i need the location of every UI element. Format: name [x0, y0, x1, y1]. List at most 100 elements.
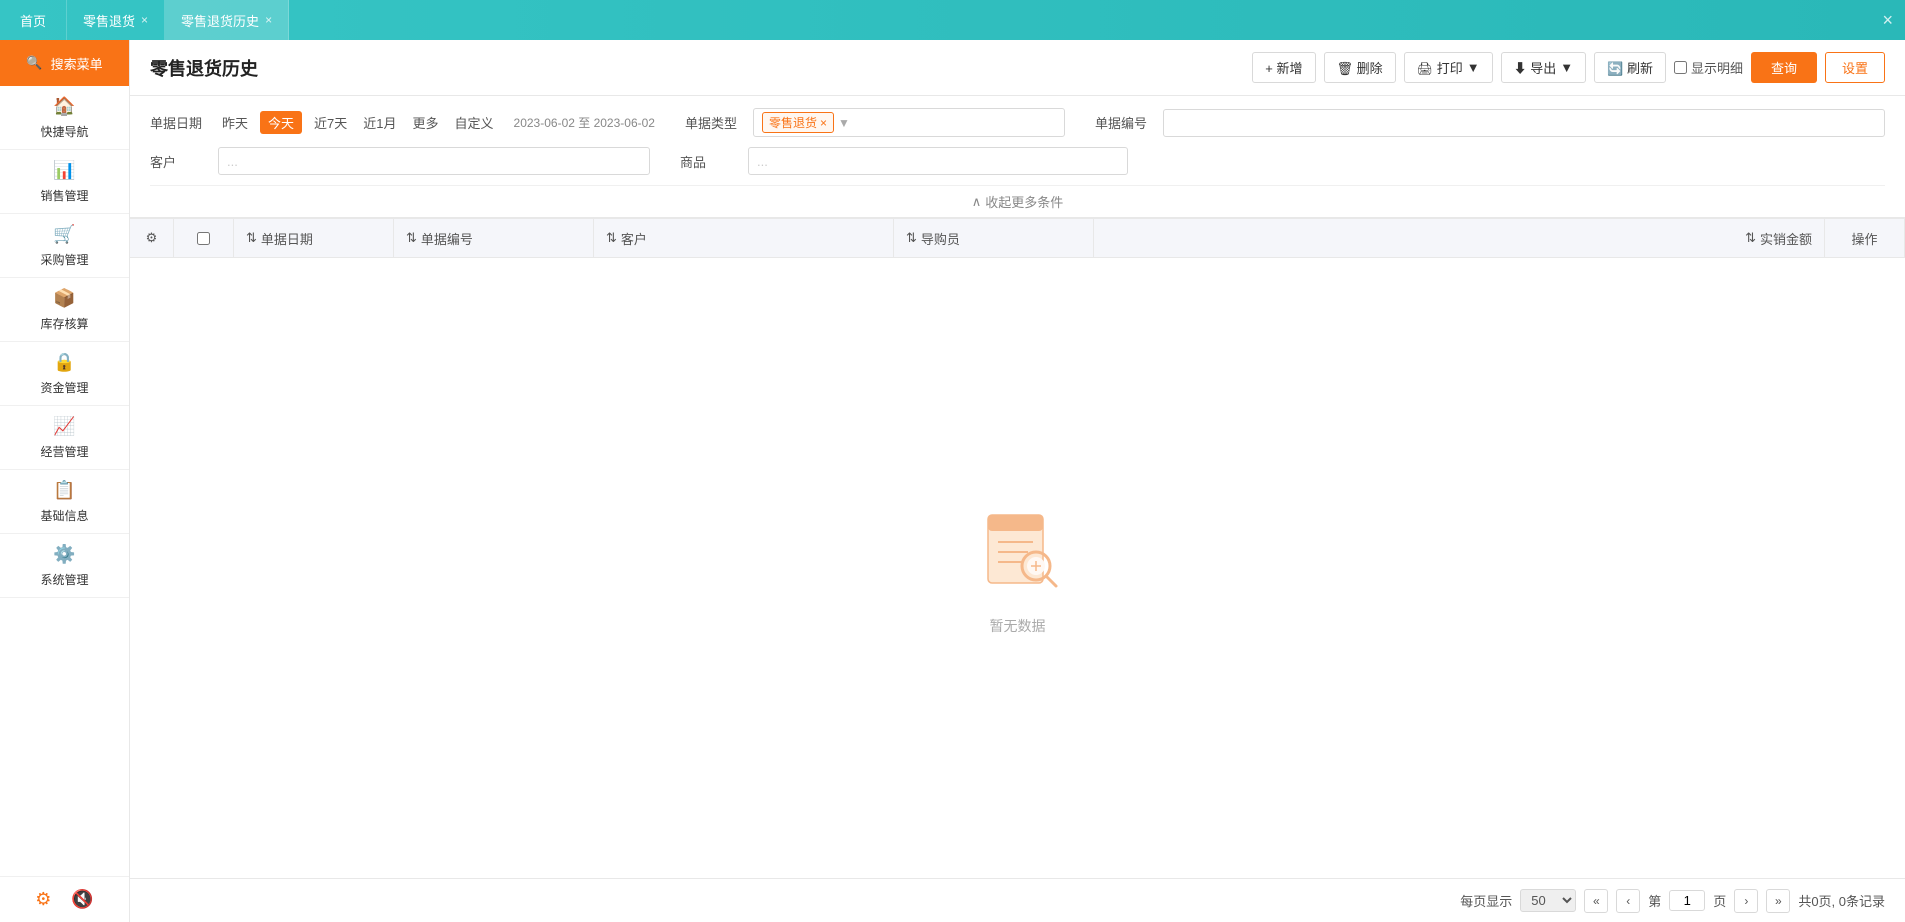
date-opt-7days[interactable]: 近7天: [310, 111, 351, 134]
tab-retail-return-history[interactable]: 零售退货历史 ×: [165, 0, 289, 40]
empty-illustration: [968, 500, 1068, 600]
sort-icon-guide[interactable]: ⇅: [906, 230, 917, 246]
purchase-icon: 🛒: [54, 223, 76, 245]
per-page-label: 每页显示: [1460, 891, 1512, 910]
voucher-type-label: 单据类型: [685, 113, 745, 132]
export-button[interactable]: ⬇ 导出 ▼: [1501, 52, 1587, 83]
th-checkbox[interactable]: [174, 219, 234, 257]
sidebar-item-operation[interactable]: 📈 经营管理: [0, 406, 129, 470]
base-info-icon: 📋: [54, 479, 76, 501]
filter-row-2: 客户 ... 商品 ...: [150, 147, 1885, 175]
th-number: ⇅ 单据编号: [394, 219, 594, 257]
header-actions: + 新增 🗑 删除 🖨 打印 ▼ ⬇ 导出 ▼ 🔄 刷新 显示明细 查询 设置: [1252, 52, 1885, 83]
nav-last-button[interactable]: »: [1766, 889, 1790, 913]
voucher-number-input[interactable]: [1163, 109, 1885, 137]
pagination: 每页显示 20 50 100 « ‹ 第 页 › » 共0页, 0条记录: [130, 878, 1905, 922]
window-controls: ×: [1870, 10, 1905, 31]
voucher-type-input[interactable]: 零售退货 × ▼: [753, 108, 1065, 137]
th-ops: 操作: [1825, 219, 1905, 257]
date-opt-yesterday[interactable]: 昨天: [218, 111, 252, 134]
tab-home[interactable]: 首页: [0, 0, 67, 40]
date-range-display: 2023-06-02 至 2023-06-02: [514, 114, 655, 131]
finance-icon: 🔒: [54, 351, 76, 373]
th-customer: ⇅ 客户: [594, 219, 894, 257]
empty-state: 暂无数据: [130, 258, 1905, 878]
window-close-btn[interactable]: ×: [1882, 10, 1893, 31]
page-header: 零售退货历史 + 新增 🗑 删除 🖨 打印 ▼ ⬇ 导出 ▼ 🔄 刷新 显示明细…: [130, 40, 1905, 96]
th-settings[interactable]: ⚙: [130, 219, 174, 257]
customer-input[interactable]: ...: [218, 147, 650, 175]
sales-icon: 📊: [54, 159, 76, 181]
tab-retail-return-close[interactable]: ×: [141, 13, 148, 27]
main-content: 零售退货历史 + 新增 🗑 删除 🖨 打印 ▼ ⬇ 导出 ▼ 🔄 刷新 显示明细…: [130, 40, 1905, 922]
sort-icon-customer[interactable]: ⇅: [606, 230, 617, 246]
show-detail-checkbox-label[interactable]: 显示明细: [1674, 58, 1743, 77]
collapse-bar[interactable]: ∧ 收起更多条件: [150, 185, 1885, 217]
tab-bar: 首页 零售退货 × 零售退货历史 ×: [0, 0, 1870, 40]
page-title: 零售退货历史: [150, 55, 258, 81]
voucher-number-label: 单据编号: [1095, 113, 1155, 132]
sidebar-item-base-info[interactable]: 📋 基础信息: [0, 470, 129, 534]
goods-filter-label: 商品: [680, 152, 740, 171]
th-date: ⇅ 单据日期: [234, 219, 394, 257]
print-button[interactable]: 🖨 打印 ▼: [1404, 52, 1493, 83]
delete-button[interactable]: 🗑 删除: [1324, 52, 1396, 83]
page-unit: 页: [1713, 891, 1726, 910]
table-settings-icon[interactable]: ⚙: [146, 230, 158, 246]
sidebar-item-sales[interactable]: 📊 销售管理: [0, 150, 129, 214]
voucher-type-dropdown-arrow: ▼: [838, 116, 850, 130]
date-filter-options: 昨天 今天 近7天 近1月 更多 自定义: [218, 111, 498, 134]
tag-close-icon[interactable]: ×: [820, 116, 827, 130]
sort-icon-date[interactable]: ⇅: [246, 230, 257, 246]
new-button[interactable]: + 新增: [1252, 52, 1315, 83]
home-icon: 🏠: [54, 95, 76, 117]
sidebar: 🔍 搜索菜单 🏠 快捷导航 📊 销售管理 🛒 采购管理 📦 库存核算 🔒 资金管…: [0, 40, 130, 922]
search-icon: 🔍: [26, 55, 42, 71]
date-opt-custom[interactable]: 自定义: [451, 111, 498, 134]
sidebar-item-purchase[interactable]: 🛒 采购管理: [0, 214, 129, 278]
page-label: 第: [1648, 891, 1661, 910]
sort-icon-number[interactable]: ⇅: [406, 230, 417, 246]
tab-retail-return-history-close[interactable]: ×: [265, 13, 272, 27]
customer-filter-label: 客户: [150, 152, 210, 171]
table-area: ⚙ ⇅ 单据日期 ⇅ 单据编号 ⇅ 客户 ⇅: [130, 218, 1905, 878]
per-page-select[interactable]: 20 50 100: [1520, 889, 1576, 912]
th-amount: ⇅ 实销金额: [1094, 219, 1825, 257]
select-all-checkbox[interactable]: [197, 232, 210, 245]
nav-first-button[interactable]: «: [1584, 889, 1608, 913]
nav-next-button[interactable]: ›: [1734, 889, 1758, 913]
nav-prev-button[interactable]: ‹: [1616, 889, 1640, 913]
refresh-button[interactable]: 🔄 刷新: [1594, 52, 1666, 83]
sidebar-item-inventory[interactable]: 📦 库存核算: [0, 278, 129, 342]
print-dropdown-arrow: ▼: [1467, 60, 1480, 75]
sort-icon-amount[interactable]: ⇅: [1745, 230, 1756, 246]
date-opt-1month[interactable]: 近1月: [359, 111, 400, 134]
export-dropdown-arrow: ▼: [1560, 60, 1573, 75]
settings-button[interactable]: 设置: [1825, 52, 1885, 83]
filter-row-1: 单据日期 昨天 今天 近7天 近1月 更多 自定义 2023-06-02 至 2…: [150, 108, 1885, 137]
sidebar-item-system[interactable]: ⚙️ 系统管理: [0, 534, 129, 598]
sidebar-bottom: ⚙ 🔇: [0, 876, 129, 922]
query-button[interactable]: 查询: [1751, 52, 1817, 83]
goods-input[interactable]: ...: [748, 147, 1128, 175]
system-icon: ⚙️: [54, 543, 76, 565]
main-layout: 🔍 搜索菜单 🏠 快捷导航 📊 销售管理 🛒 采购管理 📦 库存核算 🔒 资金管…: [0, 40, 1905, 922]
tab-retail-return[interactable]: 零售退货 ×: [67, 0, 165, 40]
filter-area: 单据日期 昨天 今天 近7天 近1月 更多 自定义 2023-06-02 至 2…: [130, 96, 1905, 218]
voucher-type-tag[interactable]: 零售退货 ×: [762, 112, 834, 133]
th-guide: ⇅ 导购员: [894, 219, 1094, 257]
pagination-summary: 共0页, 0条记录: [1798, 891, 1885, 910]
sidebar-item-quick-nav[interactable]: 🏠 快捷导航: [0, 86, 129, 150]
settings-bottom-icon[interactable]: ⚙: [35, 889, 51, 910]
mute-icon[interactable]: 🔇: [71, 889, 93, 910]
show-detail-checkbox[interactable]: [1674, 61, 1687, 74]
operation-icon: 📈: [54, 415, 76, 437]
page-input[interactable]: [1669, 890, 1705, 911]
date-opt-more[interactable]: 更多: [409, 111, 443, 134]
date-filter-label: 单据日期: [150, 113, 210, 132]
inventory-icon: 📦: [54, 287, 76, 309]
sidebar-item-finance[interactable]: 🔒 资金管理: [0, 342, 129, 406]
collapse-icon: ∧: [972, 194, 982, 210]
sidebar-search[interactable]: 🔍 搜索菜单: [0, 40, 129, 86]
date-opt-today[interactable]: 今天: [260, 111, 302, 134]
